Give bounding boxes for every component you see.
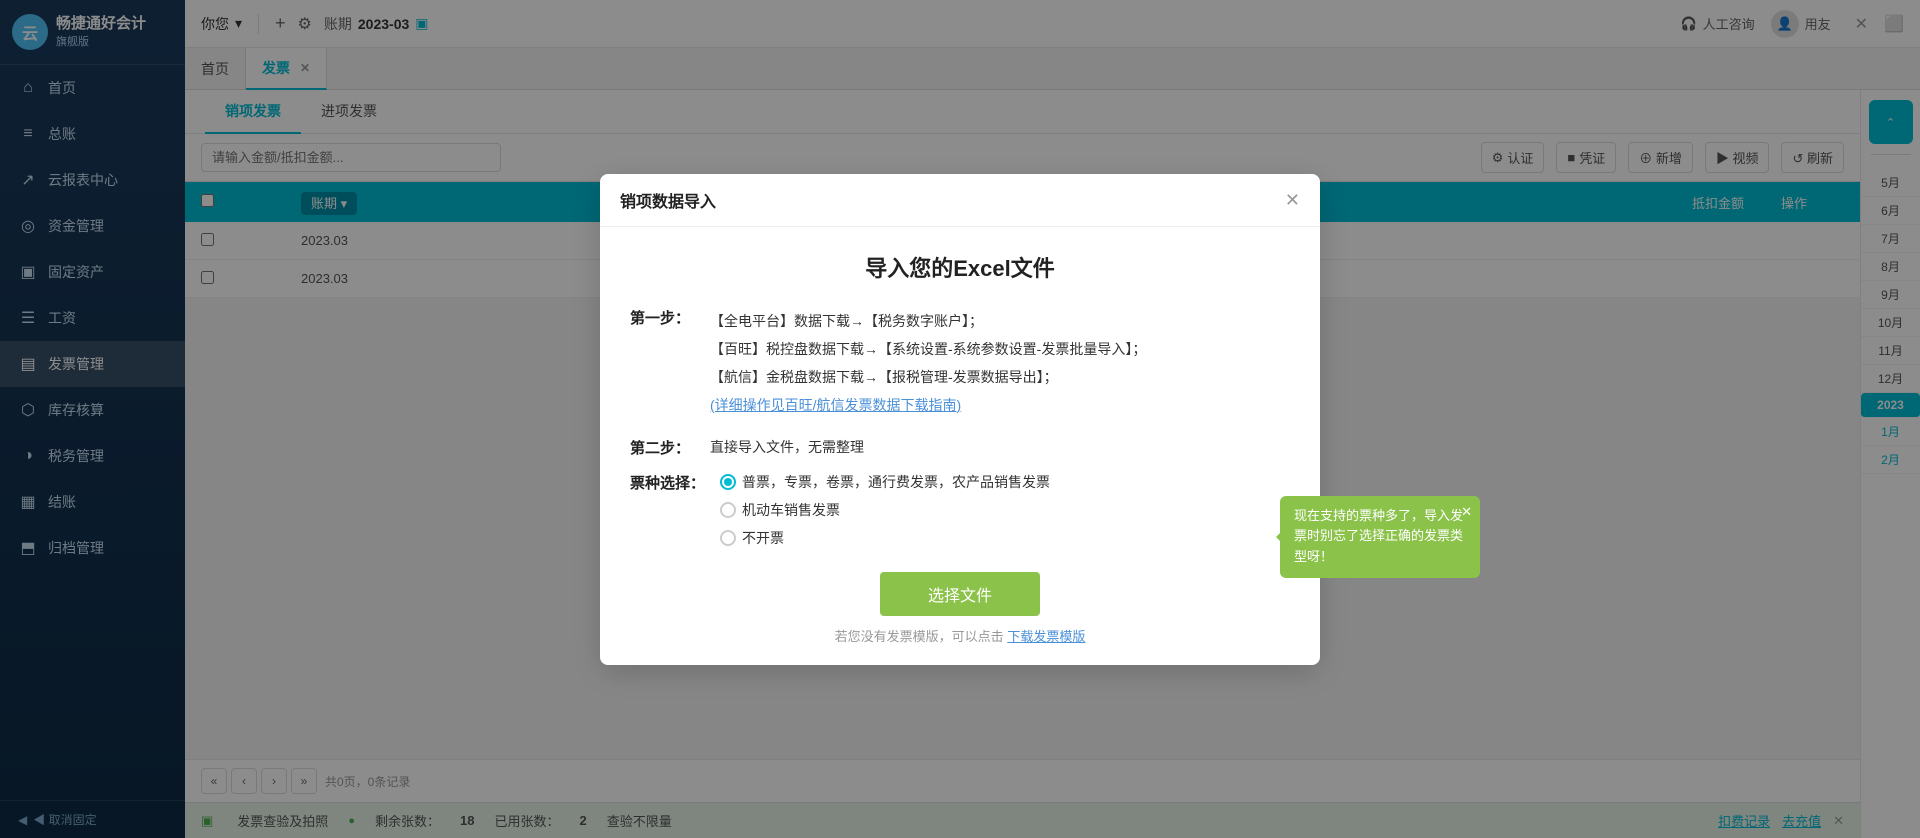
modal-title: 销项数据导入 [620,188,716,212]
step1-guide-link[interactable]: (详细操作见百旺/航信发票数据下载指南) [710,397,961,413]
import-modal: 销项数据导入 ✕ 导入您的Excel文件 第一步： 【全电平台】数据下载→【税务… [600,174,1320,665]
ticket-option-noinvoice[interactable]: 不开票 [720,528,1050,548]
ticket-option-normal[interactable]: 普票，专票，卷票，通行费发票，农产品销售发票 [720,472,1050,492]
modal-overlay[interactable]: 销项数据导入 ✕ 导入您的Excel文件 第一步： 【全电平台】数据下载→【税务… [0,0,1920,838]
footer-text: 若您没有发票模版，可以点击 [835,629,1004,644]
step2-content: 直接导入文件，无需整理 [710,437,864,457]
modal-step2: 第二步： 直接导入文件，无需整理 [630,437,1290,458]
ticket-options: 普票，专票，卷票，通行费发票，农产品销售发票 机动车销售发票 不开票 [720,472,1050,548]
modal-close-button[interactable]: ✕ [1285,191,1300,209]
modal-body: 导入您的Excel文件 第一步： 【全电平台】数据下载→【税务数字账户】； 【百… [600,227,1320,665]
select-file-section: 选择文件 [630,572,1290,616]
radio-car[interactable] [720,502,736,518]
step2-label: 第二步： [630,437,700,458]
step1-link[interactable]: (详细操作见百旺/航信发票数据下载指南) [710,391,1146,419]
download-template-link[interactable]: 下载发票模版 [1007,629,1085,644]
ticket-option-car[interactable]: 机动车销售发票 [720,500,1050,520]
step1-line-3: 【航信】金税盘数据下载→【报税管理-发票数据导出】； [710,363,1146,391]
modal-footer: 若您没有发票模版，可以点击 下载发票模版 [630,626,1290,645]
step1-line-1: 【全电平台】数据下载→【税务数字账户】； [710,307,1146,335]
ticket-car-label: 机动车销售发票 [742,500,840,520]
step1-content: 【全电平台】数据下载→【税务数字账户】； 【百旺】税控盘数据下载→【系统设置-系… [710,307,1146,419]
radio-noinvoice[interactable] [720,530,736,546]
step1-line-2: 【百旺】税控盘数据下载→【系统设置-系统参数设置-发票批量导入】； [710,335,1146,363]
modal-step1: 第一步： 【全电平台】数据下载→【税务数字账户】； 【百旺】税控盘数据下载→【系… [630,307,1290,419]
radio-normal[interactable] [720,474,736,490]
ticket-noinvoice-label: 不开票 [742,528,784,548]
ticket-label: 票种选择： [630,472,710,493]
tooltip-bubble: ✕ 现在支持的票种多了，导入发票时别忘了选择正确的发票类型呀！ [1280,496,1480,578]
modal-header: 销项数据导入 ✕ [600,174,1320,227]
step1-label: 第一步： [630,307,700,328]
ticket-normal-label: 普票，专票，卷票，通行费发票，农产品销售发票 [742,472,1050,492]
modal-main-title: 导入您的Excel文件 [630,251,1290,283]
tooltip-connector: ✕ 现在支持的票种多了，导入发票时别忘了选择正确的发票类型呀！ [1280,496,1480,578]
ticket-section: 票种选择： 普票，专票，卷票，通行费发票，农产品销售发票 机动车销售发票 [630,472,1290,548]
tooltip-close-button[interactable]: ✕ [1461,502,1472,523]
tooltip-text: 现在支持的票种多了，导入发票时别忘了选择正确的发票类型呀！ [1294,508,1463,565]
select-file-button[interactable]: 选择文件 [880,572,1040,616]
